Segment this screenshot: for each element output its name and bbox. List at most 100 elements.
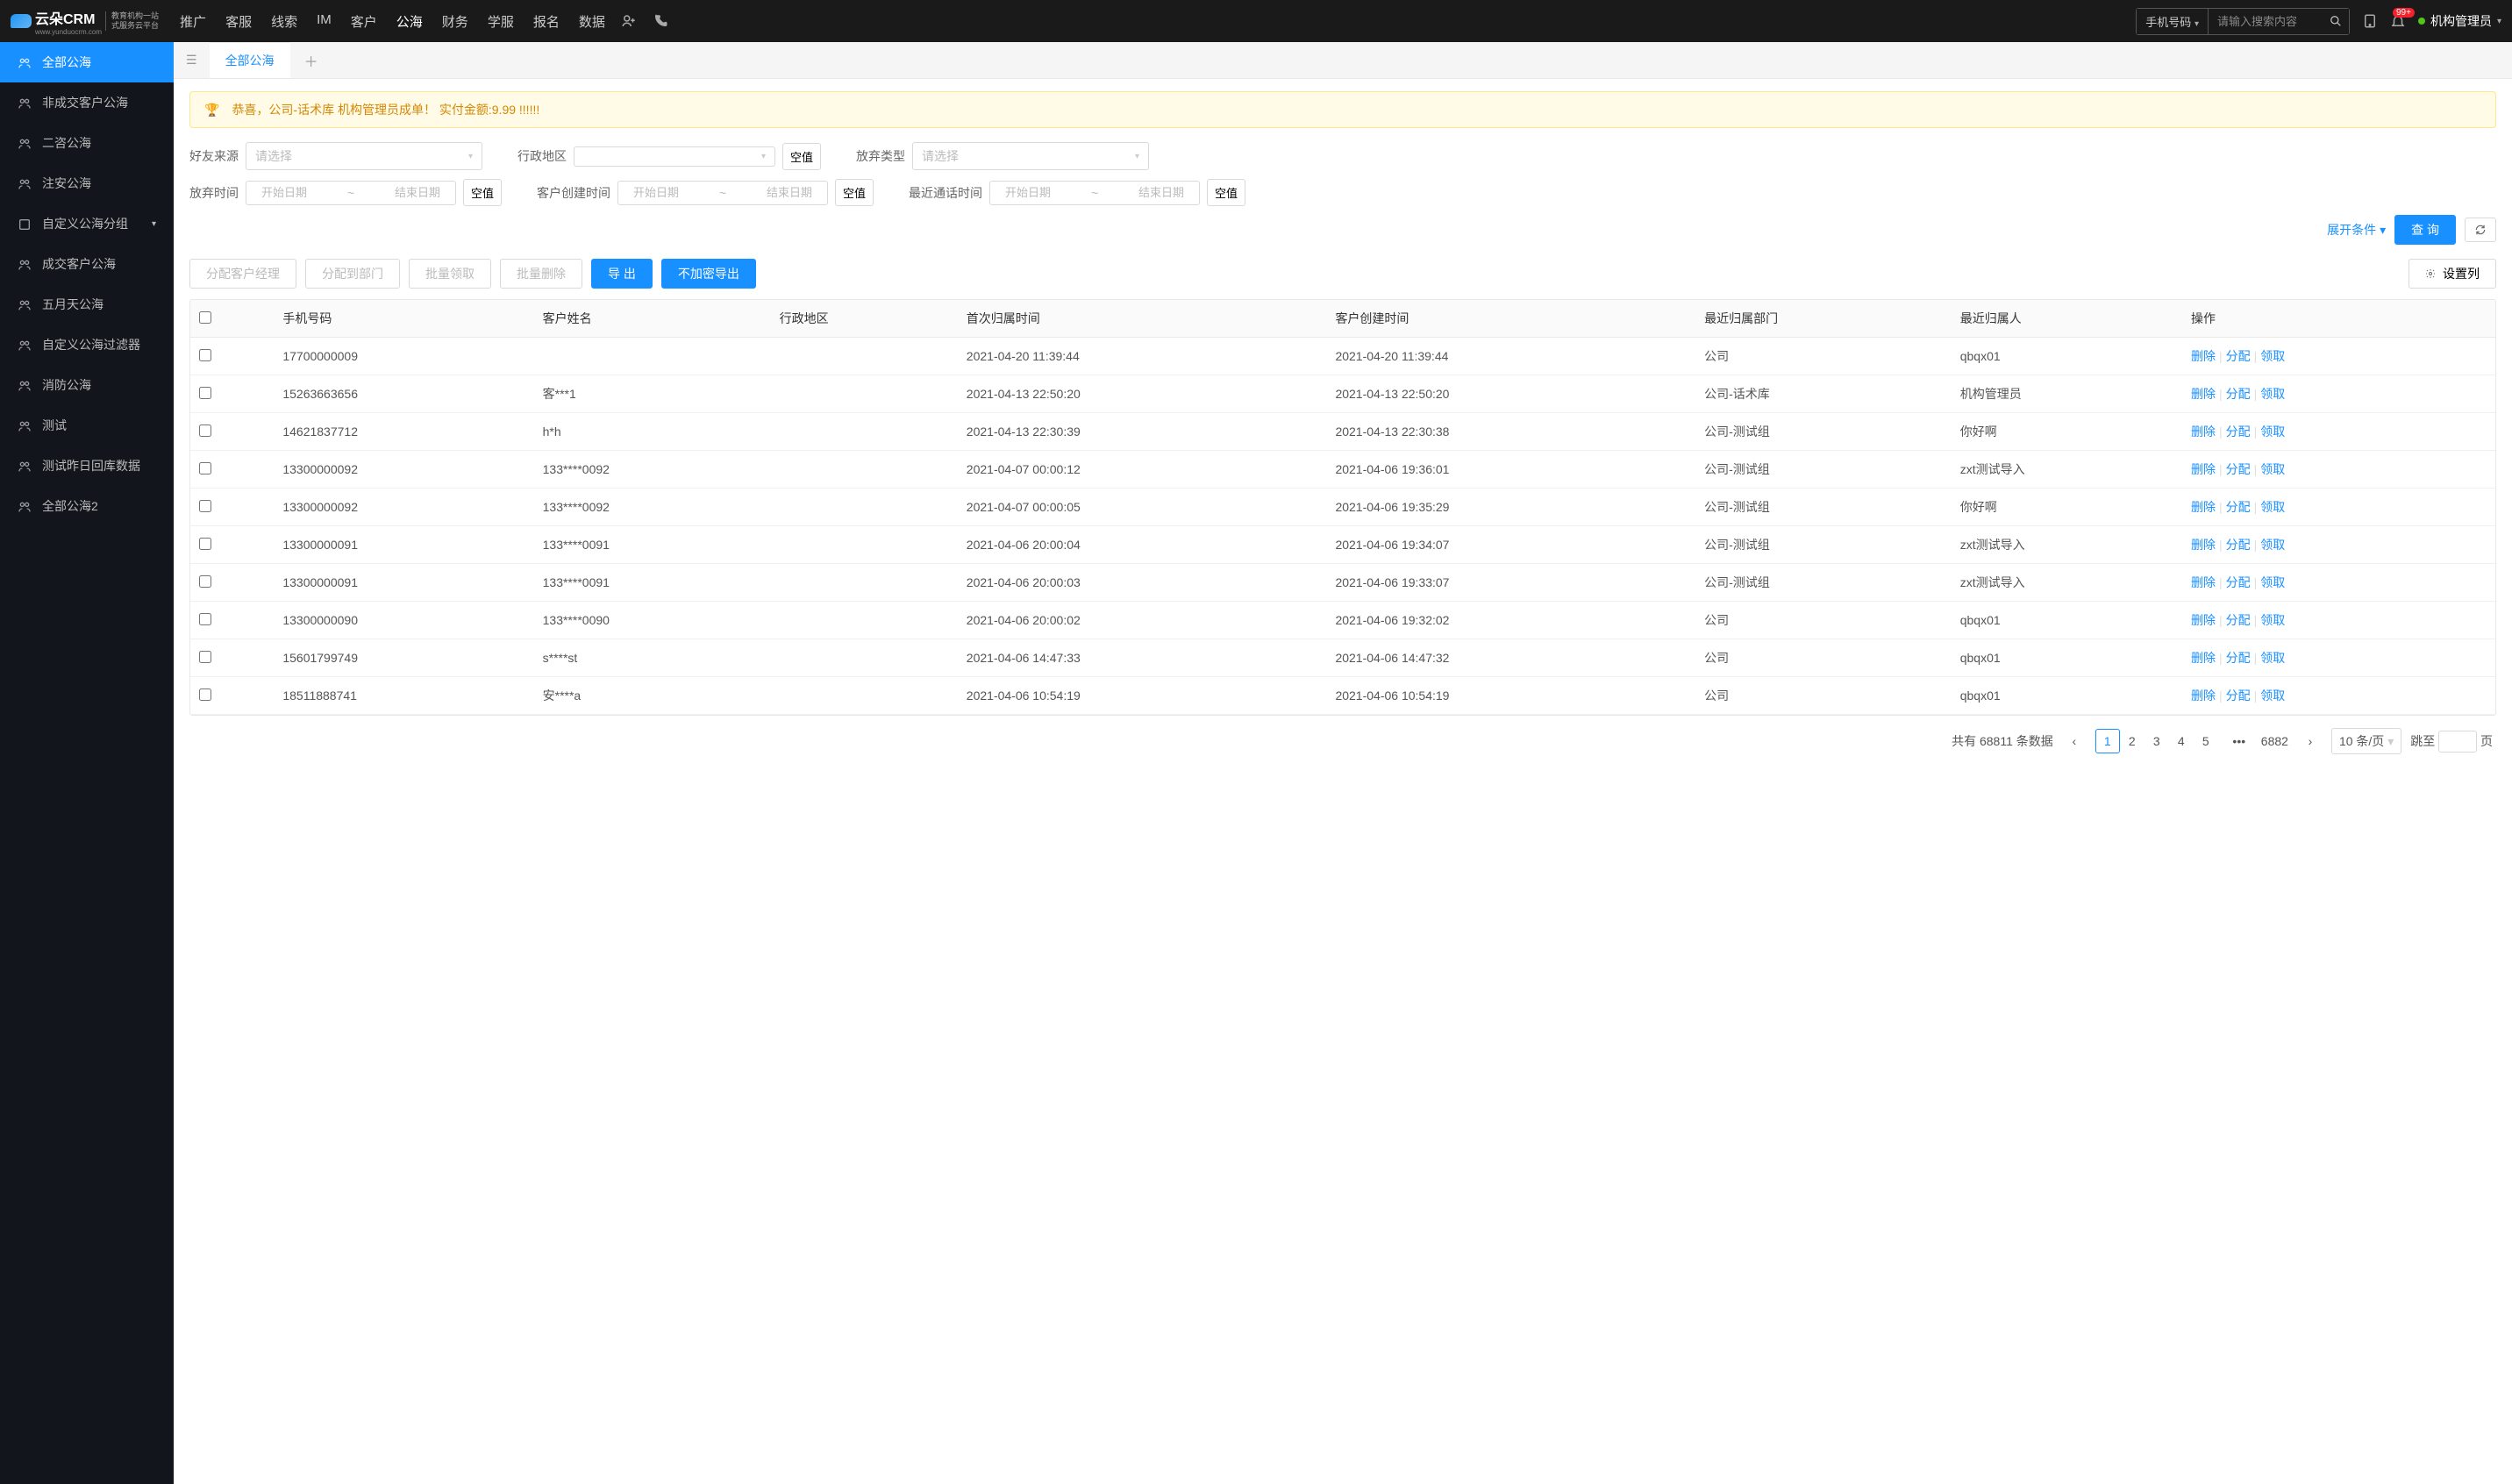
row-claim-link[interactable]: 领取 bbox=[2260, 613, 2285, 627]
nav-item-1[interactable]: 客服 bbox=[225, 12, 252, 31]
page-jump-input[interactable] bbox=[2438, 731, 2477, 753]
row-checkbox[interactable] bbox=[199, 500, 211, 512]
filter-select-abandon-type[interactable]: 请选择▾ bbox=[912, 142, 1149, 170]
expand-filters-link[interactable]: 展开条件 ▾ bbox=[2327, 221, 2386, 239]
row-delete-link[interactable]: 删除 bbox=[2191, 500, 2216, 514]
last-page-button[interactable]: 6882 bbox=[2260, 729, 2289, 753]
page-size-select[interactable]: 10 条/页 ▾ bbox=[2331, 728, 2401, 754]
abandon-time-null-button[interactable]: 空值 bbox=[463, 179, 502, 206]
assign-dept-button[interactable]: 分配到部门 bbox=[305, 259, 400, 289]
row-assign-link[interactable]: 分配 bbox=[2226, 500, 2251, 514]
filter-select-region[interactable]: ▾ bbox=[574, 146, 775, 167]
export-plain-button[interactable]: 不加密导出 bbox=[661, 259, 756, 289]
row-checkbox[interactable] bbox=[199, 575, 211, 588]
sidebar-item-4[interactable]: 自定义公海分组▾ bbox=[0, 203, 174, 244]
sidebar-item-3[interactable]: 注安公海 bbox=[0, 163, 174, 203]
row-assign-link[interactable]: 分配 bbox=[2226, 688, 2251, 703]
nav-item-4[interactable]: 客户 bbox=[351, 12, 377, 31]
nav-item-5[interactable]: 公海 bbox=[396, 12, 423, 31]
refresh-button[interactable] bbox=[2465, 218, 2496, 242]
nav-item-8[interactable]: 报名 bbox=[533, 12, 560, 31]
row-claim-link[interactable]: 领取 bbox=[2260, 349, 2285, 363]
set-columns-button[interactable]: 设置列 bbox=[2409, 259, 2496, 289]
nav-item-9[interactable]: 数据 bbox=[579, 12, 605, 31]
abandon-end-input[interactable] bbox=[387, 186, 448, 199]
tab-add-button[interactable]: ＋ bbox=[290, 50, 332, 71]
row-claim-link[interactable]: 领取 bbox=[2260, 500, 2285, 514]
page-3[interactable]: 3 bbox=[2144, 729, 2169, 753]
notification-icon[interactable]: 99+ bbox=[2390, 13, 2406, 29]
page-ellipsis[interactable]: ••• bbox=[2227, 729, 2252, 753]
nav-item-7[interactable]: 学服 bbox=[488, 12, 514, 31]
row-checkbox[interactable] bbox=[199, 425, 211, 437]
add-user-icon[interactable] bbox=[621, 13, 637, 29]
logo[interactable]: 云朵CRM www.yunduocrm.com 教育机构一站 式服务云平台 bbox=[11, 7, 159, 36]
row-delete-link[interactable]: 删除 bbox=[2191, 538, 2216, 552]
row-claim-link[interactable]: 领取 bbox=[2260, 575, 2285, 589]
sidebar-item-10[interactable]: 测试昨日回库数据 bbox=[0, 446, 174, 486]
query-button[interactable]: 查 询 bbox=[2394, 215, 2456, 245]
row-checkbox[interactable] bbox=[199, 613, 211, 625]
row-assign-link[interactable]: 分配 bbox=[2226, 425, 2251, 439]
row-assign-link[interactable]: 分配 bbox=[2226, 575, 2251, 589]
tablet-icon[interactable] bbox=[2362, 13, 2378, 29]
row-assign-link[interactable]: 分配 bbox=[2226, 613, 2251, 627]
last-call-null-button[interactable]: 空值 bbox=[1207, 179, 1245, 206]
filter-range-create-time[interactable]: ~ bbox=[617, 181, 828, 205]
tab-list-toggle-icon[interactable]: ☰ bbox=[174, 53, 210, 68]
row-checkbox[interactable] bbox=[199, 349, 211, 361]
row-delete-link[interactable]: 删除 bbox=[2191, 688, 2216, 703]
row-claim-link[interactable]: 领取 bbox=[2260, 651, 2285, 665]
row-assign-link[interactable]: 分配 bbox=[2226, 349, 2251, 363]
page-1[interactable]: 1 bbox=[2095, 729, 2120, 753]
create-start-input[interactable] bbox=[625, 186, 687, 199]
row-delete-link[interactable]: 删除 bbox=[2191, 462, 2216, 476]
filter-range-last-call[interactable]: ~ bbox=[989, 181, 1200, 205]
phone-icon[interactable] bbox=[653, 13, 668, 29]
row-delete-link[interactable]: 删除 bbox=[2191, 575, 2216, 589]
row-checkbox[interactable] bbox=[199, 462, 211, 474]
row-claim-link[interactable]: 领取 bbox=[2260, 688, 2285, 703]
sidebar-item-5[interactable]: 成交客户公海 bbox=[0, 244, 174, 284]
search-input[interactable] bbox=[2209, 9, 2323, 34]
row-checkbox[interactable] bbox=[199, 651, 211, 663]
row-claim-link[interactable]: 领取 bbox=[2260, 387, 2285, 401]
sidebar-item-9[interactable]: 测试 bbox=[0, 405, 174, 446]
row-assign-link[interactable]: 分配 bbox=[2226, 651, 2251, 665]
prev-page-button[interactable]: ‹ bbox=[2062, 729, 2087, 753]
user-menu[interactable]: 机构管理员 ▾ bbox=[2418, 12, 2501, 30]
sidebar-item-8[interactable]: 消防公海 bbox=[0, 365, 174, 405]
row-checkbox[interactable] bbox=[199, 387, 211, 399]
filter-range-abandon-time[interactable]: ~ bbox=[246, 181, 456, 205]
page-5[interactable]: 5 bbox=[2194, 729, 2218, 753]
row-assign-link[interactable]: 分配 bbox=[2226, 538, 2251, 552]
search-button[interactable] bbox=[2323, 9, 2349, 34]
row-assign-link[interactable]: 分配 bbox=[2226, 387, 2251, 401]
lastcall-end-input[interactable] bbox=[1131, 186, 1192, 199]
row-checkbox[interactable] bbox=[199, 688, 211, 701]
batch-claim-button[interactable]: 批量领取 bbox=[409, 259, 491, 289]
page-4[interactable]: 4 bbox=[2169, 729, 2194, 753]
batch-delete-button[interactable]: 批量删除 bbox=[500, 259, 582, 289]
create-end-input[interactable] bbox=[759, 186, 820, 199]
row-delete-link[interactable]: 删除 bbox=[2191, 613, 2216, 627]
sidebar-item-1[interactable]: 非成交客户公海 bbox=[0, 82, 174, 123]
lastcall-start-input[interactable] bbox=[997, 186, 1059, 199]
sidebar-item-7[interactable]: 自定义公海过滤器 bbox=[0, 325, 174, 365]
select-all-checkbox[interactable] bbox=[199, 311, 211, 324]
nav-item-0[interactable]: 推广 bbox=[180, 12, 206, 31]
sidebar-item-0[interactable]: 全部公海 bbox=[0, 42, 174, 82]
page-2[interactable]: 2 bbox=[2120, 729, 2144, 753]
row-delete-link[interactable]: 删除 bbox=[2191, 387, 2216, 401]
tab-active[interactable]: 全部公海 bbox=[210, 42, 290, 78]
search-type-select[interactable]: 手机号码 ▾ bbox=[2137, 9, 2209, 34]
row-claim-link[interactable]: 领取 bbox=[2260, 538, 2285, 552]
nav-item-3[interactable]: IM bbox=[317, 12, 332, 31]
row-claim-link[interactable]: 领取 bbox=[2260, 462, 2285, 476]
sidebar-item-11[interactable]: 全部公海2 bbox=[0, 486, 174, 526]
row-delete-link[interactable]: 删除 bbox=[2191, 349, 2216, 363]
next-page-button[interactable]: › bbox=[2298, 729, 2323, 753]
region-null-button[interactable]: 空值 bbox=[782, 143, 821, 170]
create-time-null-button[interactable]: 空值 bbox=[835, 179, 874, 206]
assign-manager-button[interactable]: 分配客户经理 bbox=[189, 259, 296, 289]
